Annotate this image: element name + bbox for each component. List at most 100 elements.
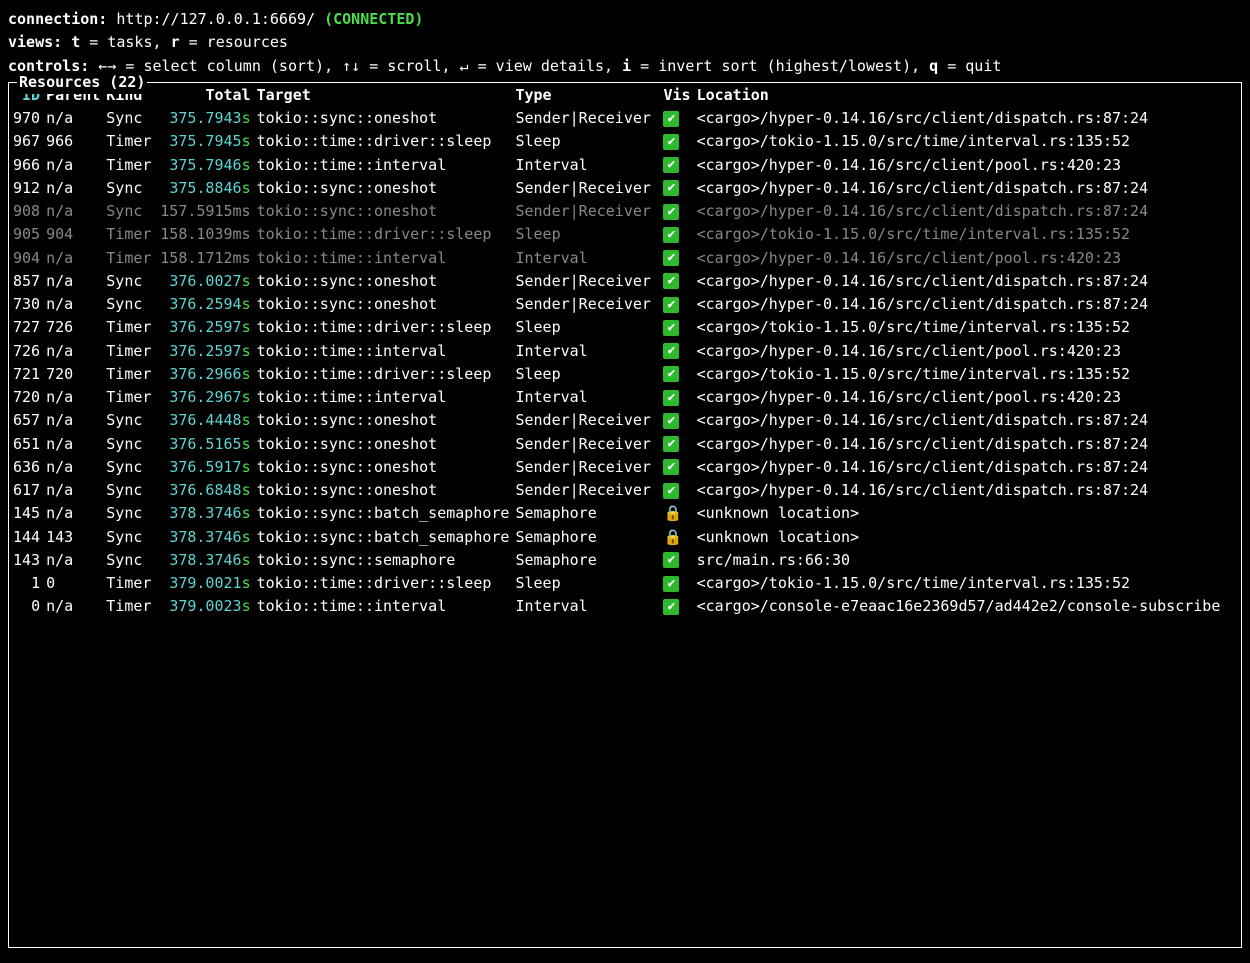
table-row[interactable]: 617n/aSync376.6848stokio::sync::oneshotS… xyxy=(13,479,1226,502)
check-icon: ✔ xyxy=(663,483,679,499)
cell-id-wrap: 727 xyxy=(13,316,46,339)
panel-title: Resources (22) xyxy=(17,71,147,94)
cell-kind-wrap: Timer xyxy=(106,154,160,177)
cell-kind: Timer xyxy=(106,388,151,406)
cell-kind-wrap: Sync xyxy=(106,270,160,293)
table-row[interactable]: 145n/aSync378.3746stokio::sync::batch_se… xyxy=(13,502,1226,525)
cell-target: tokio::sync::oneshot xyxy=(257,202,438,220)
table-row[interactable]: 721720Timer376.2966stokio::time::driver:… xyxy=(13,363,1226,386)
cell-type: Interval xyxy=(515,388,587,406)
cell-total: 376.5917 xyxy=(169,458,241,476)
cell-type-wrap: Semaphore xyxy=(515,549,663,572)
cell-kind: Timer xyxy=(106,342,151,360)
cell-type-wrap: Interval xyxy=(515,247,663,270)
cell-total: 376.6848 xyxy=(169,481,241,499)
cell-total-unit: s xyxy=(242,318,251,336)
table-row[interactable]: 720n/aTimer376.2967stokio::time::interva… xyxy=(13,386,1226,409)
table-row[interactable]: 904n/aTimer158.1712mstokio::time::interv… xyxy=(13,247,1226,270)
cell-id: 145 xyxy=(13,504,40,522)
col-header-total[interactable]: Total xyxy=(160,84,256,107)
cell-kind-wrap: Timer xyxy=(106,340,160,363)
cell-total: 375.7946 xyxy=(169,156,241,174)
cell-kind-wrap: Timer xyxy=(106,223,160,246)
table-row[interactable]: 0n/aTimer379.0023stokio::time::intervalI… xyxy=(13,595,1226,618)
cell-vis-wrap: ✔ xyxy=(663,572,696,595)
check-icon: ✔ xyxy=(663,297,679,313)
cell-id: 904 xyxy=(13,249,40,267)
cell-vis-wrap: ✔ xyxy=(663,363,696,386)
table-row[interactable]: 970n/aSync375.7943stokio::sync::oneshotS… xyxy=(13,107,1226,130)
col-header-target[interactable]: Target xyxy=(257,84,516,107)
table-row[interactable]: 10Timer379.0021stokio::time::driver::sle… xyxy=(13,572,1226,595)
cell-total-unit: s xyxy=(242,156,251,174)
col-header-vis[interactable]: Vis xyxy=(663,84,696,107)
cell-id: 651 xyxy=(13,435,40,453)
cell-total-unit: s xyxy=(242,295,251,313)
table-header-row[interactable]: ID Parent Kind Total Target Type Vis Loc… xyxy=(13,84,1226,107)
col-header-type[interactable]: Type xyxy=(515,84,663,107)
cell-location-wrap: <cargo>/hyper-0.14.16/src/client/dispatc… xyxy=(697,177,1227,200)
table-row[interactable]: 636n/aSync376.5917stokio::sync::oneshotS… xyxy=(13,456,1226,479)
cell-kind-wrap: Sync xyxy=(106,409,160,432)
cell-kind: Sync xyxy=(106,435,142,453)
cell-vis-wrap: 🔒 xyxy=(663,502,696,525)
cell-target-wrap: tokio::time::interval xyxy=(257,595,516,618)
table-row[interactable]: 905904Timer158.1039mstokio::time::driver… xyxy=(13,223,1226,246)
cell-location-wrap: <cargo>/hyper-0.14.16/src/client/pool.rs… xyxy=(697,247,1227,270)
cell-vis-wrap: ✔ xyxy=(663,270,696,293)
cell-id: 1 xyxy=(31,574,40,592)
table-row[interactable]: 143n/aSync378.3746stokio::sync::semaphor… xyxy=(13,549,1226,572)
cell-id-wrap: 904 xyxy=(13,247,46,270)
cell-location: <cargo>/hyper-0.14.16/src/client/dispatc… xyxy=(697,481,1149,499)
table-row[interactable]: 857n/aSync376.0027stokio::sync::oneshotS… xyxy=(13,270,1226,293)
cell-type: Semaphore xyxy=(515,551,596,569)
cell-total-unit: s xyxy=(242,411,251,429)
table-row[interactable]: 908n/aSync157.5915mstokio::sync::oneshot… xyxy=(13,200,1226,223)
cell-vis-wrap: ✔ xyxy=(663,433,696,456)
cell-location-wrap: <cargo>/hyper-0.14.16/src/client/pool.rs… xyxy=(697,386,1227,409)
cell-vis-wrap: ✔ xyxy=(663,293,696,316)
cell-target-wrap: tokio::time::interval xyxy=(257,247,516,270)
cell-parent-wrap: 720 xyxy=(46,363,106,386)
table-row[interactable]: 727726Timer376.2597stokio::time::driver:… xyxy=(13,316,1226,339)
cell-total: 376.2967 xyxy=(169,388,241,406)
check-icon: ✔ xyxy=(663,366,679,382)
controls-i-key: i xyxy=(622,57,631,75)
cell-type-wrap: Interval xyxy=(515,595,663,618)
cell-target-wrap: tokio::time::interval xyxy=(257,386,516,409)
cell-parent: n/a xyxy=(46,202,73,220)
table-row[interactable]: 730n/aSync376.2594stokio::sync::oneshotS… xyxy=(13,293,1226,316)
cell-total-wrap: 376.2967s xyxy=(160,386,256,409)
cell-parent-wrap: n/a xyxy=(46,340,106,363)
cell-location: <cargo>/hyper-0.14.16/src/client/pool.rs… xyxy=(697,156,1121,174)
table-row[interactable]: 657n/aSync376.4448stokio::sync::oneshotS… xyxy=(13,409,1226,432)
cell-parent-wrap: n/a xyxy=(46,107,106,130)
table-row[interactable]: 912n/aSync375.8846stokio::sync::oneshotS… xyxy=(13,177,1226,200)
cell-location-wrap: <cargo>/tokio-1.15.0/src/time/interval.r… xyxy=(697,130,1227,153)
cell-location-wrap: <cargo>/hyper-0.14.16/src/client/dispatc… xyxy=(697,107,1227,130)
cell-total: 376.2597 xyxy=(169,318,241,336)
cell-total-unit: s xyxy=(242,272,251,290)
views-t-key: t xyxy=(71,33,80,51)
cell-vis-wrap: ✔ xyxy=(663,549,696,572)
cell-type: Sender|Receiver xyxy=(515,458,650,476)
cell-total-wrap: 158.1712ms xyxy=(160,247,256,270)
table-row[interactable]: 651n/aSync376.5165stokio::sync::oneshotS… xyxy=(13,433,1226,456)
cell-parent: n/a xyxy=(46,388,73,406)
table-row[interactable]: 144143Sync378.3746stokio::sync::batch_se… xyxy=(13,526,1226,549)
cell-kind: Timer xyxy=(106,365,151,383)
cell-total-unit: s xyxy=(242,342,251,360)
cell-type: Sender|Receiver xyxy=(515,435,650,453)
col-header-location[interactable]: Location xyxy=(697,84,1227,107)
cell-total: 376.5165 xyxy=(169,435,241,453)
cell-total-unit: s xyxy=(242,551,251,569)
cell-total: 158.1039 xyxy=(160,225,232,243)
table-row[interactable]: 726n/aTimer376.2597stokio::time::interva… xyxy=(13,340,1226,363)
table-row[interactable]: 967966Timer375.7945stokio::time::driver:… xyxy=(13,130,1226,153)
cell-type-wrap: Sleep xyxy=(515,572,663,595)
cell-location-wrap: src/main.rs:66:30 xyxy=(697,549,1227,572)
cell-target: tokio::sync::oneshot xyxy=(257,179,438,197)
cell-total-wrap: 158.1039ms xyxy=(160,223,256,246)
table-row[interactable]: 966n/aTimer375.7946stokio::time::interva… xyxy=(13,154,1226,177)
cell-id: 912 xyxy=(13,179,40,197)
